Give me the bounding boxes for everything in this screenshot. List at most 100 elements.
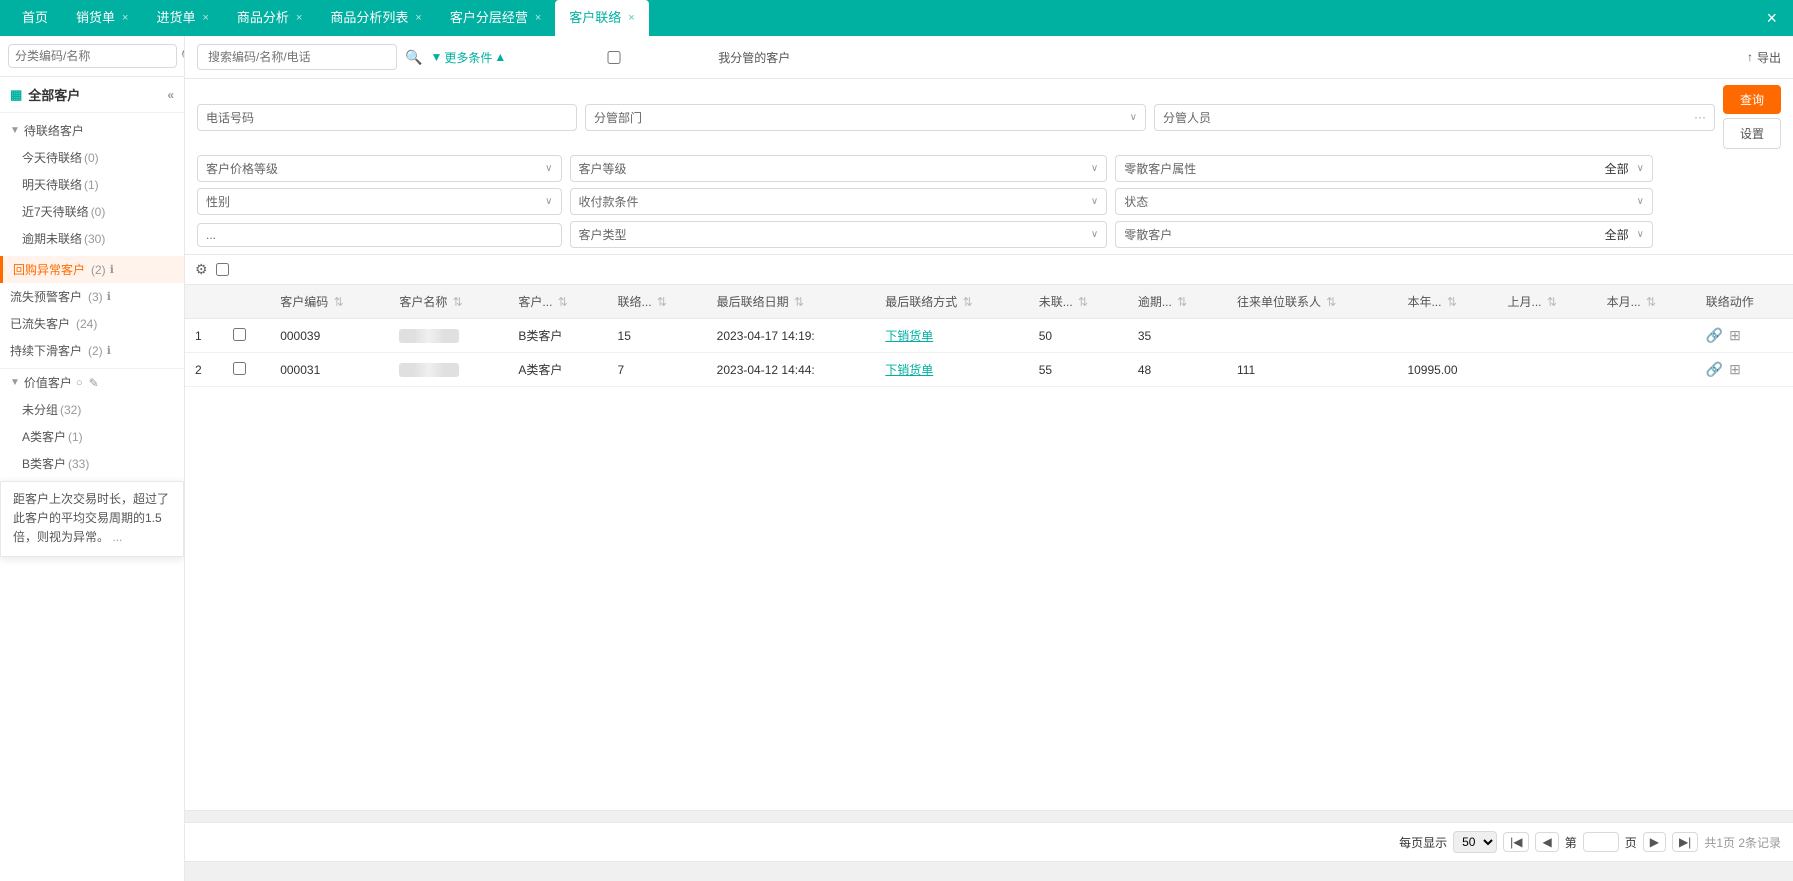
nav-sales-order[interactable]: 销货单 × bbox=[62, 0, 142, 36]
export-button[interactable]: ↑ 导出 bbox=[1747, 49, 1781, 66]
filter-customer-type[interactable]: 客户类型 ∨ bbox=[570, 221, 1108, 248]
sort-overdue-icon[interactable]: ⇅ bbox=[1177, 295, 1187, 309]
row2-last-method-link[interactable]: 下销货单 bbox=[885, 363, 933, 377]
sidebar-item-class-a[interactable]: A类客户 (1) bbox=[0, 423, 184, 450]
info-icon: ℹ bbox=[110, 263, 114, 276]
search-input[interactable] bbox=[197, 44, 397, 70]
refresh-icon[interactable]: ○ bbox=[76, 377, 83, 389]
sidebar-item-tomorrow[interactable]: 明天待联络 (1) bbox=[0, 171, 184, 198]
value-customers-header[interactable]: ▼ 价值客户 ○ ✎ bbox=[0, 369, 184, 396]
top-nav: 首页 销货单 × 进货单 × 商品分析 × 商品分析列表 × 客户分层经营 × … bbox=[0, 0, 1793, 36]
filter-customer-level[interactable]: 客户等级 ∨ bbox=[570, 155, 1108, 182]
horizontal-scrollbar[interactable] bbox=[185, 810, 1793, 822]
col-last-date: 最后联络日期 ⇅ bbox=[707, 285, 876, 319]
filter-gender[interactable]: 性别 ∨ bbox=[197, 188, 562, 215]
nav-product-analysis-list[interactable]: 商品分析列表 × bbox=[316, 0, 435, 36]
sidebar-item-declining[interactable]: 持续下滑客户 (2) ℹ bbox=[0, 337, 184, 364]
filter-price-level[interactable]: 客户价格等级 ∨ bbox=[197, 155, 562, 182]
row2-checkbox[interactable] bbox=[233, 362, 246, 375]
row1-grid-icon[interactable]: ⊞ bbox=[1729, 327, 1741, 344]
sidebar-item-class-b[interactable]: B类客户 (33) bbox=[0, 450, 184, 477]
col-code: 客户编码 ⇅ bbox=[270, 285, 389, 319]
search-button-icon[interactable]: 🔍 bbox=[405, 49, 422, 66]
nav-customer-contact[interactable]: 客户联络 × bbox=[555, 0, 648, 36]
close-sales-order-icon[interactable]: × bbox=[122, 0, 128, 36]
filter-retail-customer[interactable]: 零散客户 全部 ∨ bbox=[1115, 221, 1653, 248]
row2-action-icons: 🔗 ⊞ bbox=[1706, 361, 1783, 378]
manager-dots-icon[interactable]: ··· bbox=[1694, 110, 1706, 124]
filter-phone[interactable]: 电话号码 bbox=[197, 104, 577, 131]
prev-page-button[interactable]: ◀ bbox=[1535, 832, 1558, 852]
collapse-sidebar-icon[interactable]: « bbox=[167, 88, 174, 102]
pending-contact-header[interactable]: ▼ 待联络客户 bbox=[0, 117, 184, 144]
nav-customer-tier[interactable]: 客户分层经营 × bbox=[436, 0, 555, 36]
col-checkbox bbox=[223, 285, 270, 319]
more-conditions-button[interactable]: ▼ 更多条件 ▲ bbox=[430, 49, 506, 66]
row1-last-date: 2023-04-17 14:19: bbox=[707, 319, 876, 353]
sidebar-item-7days[interactable]: 近7天待联络 (0) bbox=[0, 198, 184, 225]
sidebar-item-already-lost[interactable]: 已流失客户 (24) bbox=[0, 310, 184, 337]
sort-last-month-icon[interactable]: ⇅ bbox=[1547, 295, 1557, 309]
table-toolbar: ⚙ bbox=[185, 255, 1793, 285]
filter-dots[interactable]: ... bbox=[197, 223, 562, 247]
nav-product-analysis[interactable]: 商品分析 × bbox=[223, 0, 316, 36]
sort-code-icon[interactable]: ⇅ bbox=[334, 295, 344, 309]
table-settings-icon[interactable]: ⚙ bbox=[195, 261, 208, 278]
dept-arrow-icon: ∨ bbox=[1130, 112, 1137, 123]
row2-grid-icon[interactable]: ⊞ bbox=[1729, 361, 1741, 378]
next-page-button[interactable]: ▶ bbox=[1643, 832, 1666, 852]
close-product-analysis-list-icon[interactable]: × bbox=[415, 0, 421, 36]
row2-name-blurred bbox=[399, 363, 459, 377]
sidebar-item-repurchase-abnormal[interactable]: 回购异常客户 (2) ℹ bbox=[0, 256, 184, 283]
nav-purchase-order[interactable]: 进货单 × bbox=[142, 0, 222, 36]
sidebar-all-customers-header[interactable]: ▦ 全部客户 « bbox=[0, 77, 184, 113]
filter-row-1: 电话号码 分管部门 ∨ 分管人员 ··· 查询 设置 bbox=[197, 85, 1781, 149]
close-customer-contact-icon[interactable]: × bbox=[628, 0, 634, 36]
row1-link-icon[interactable]: 🔗 bbox=[1706, 327, 1723, 344]
close-customer-tier-icon[interactable]: × bbox=[535, 0, 541, 36]
sort-this-month-icon[interactable]: ⇅ bbox=[1646, 295, 1656, 309]
row1-checkbox-cell bbox=[223, 319, 270, 353]
my-customers-checkbox-label[interactable]: 我分管的客户 bbox=[514, 49, 790, 66]
close-product-analysis-icon[interactable]: × bbox=[296, 0, 302, 36]
close-purchase-order-icon[interactable]: × bbox=[202, 0, 208, 36]
last-page-button[interactable]: ▶| bbox=[1672, 832, 1698, 852]
sort-this-year-icon[interactable]: ⇅ bbox=[1447, 295, 1457, 309]
nav-home[interactable]: 首页 bbox=[8, 0, 62, 36]
filter-dept[interactable]: 分管部门 ∨ bbox=[585, 104, 1146, 131]
row1-last-method-link[interactable]: 下销货单 bbox=[885, 329, 933, 343]
sidebar-item-today[interactable]: 今天待联络 (0) bbox=[0, 144, 184, 171]
sort-contact-count-icon[interactable]: ⇅ bbox=[657, 295, 667, 309]
sidebar-item-overdue[interactable]: 逾期未联络 (30) bbox=[0, 225, 184, 252]
first-page-button[interactable]: |◀ bbox=[1503, 832, 1529, 852]
select-all-checkbox[interactable] bbox=[216, 263, 229, 276]
sort-type-icon[interactable]: ⇅ bbox=[558, 295, 568, 309]
sidebar-item-lost-warning[interactable]: 流失预警客户 (3) ℹ bbox=[0, 283, 184, 310]
table-row: 2 000031 A类客户 7 2023-04-12 14:44: 下销货单 bbox=[185, 353, 1793, 387]
per-page-select[interactable]: 50 bbox=[1453, 831, 1497, 853]
sort-last-method-icon[interactable]: ⇅ bbox=[963, 295, 973, 309]
query-button[interactable]: 查询 bbox=[1723, 85, 1781, 114]
row1-index: 1 bbox=[185, 319, 223, 353]
filter-status[interactable]: 状态 ∨ bbox=[1115, 188, 1653, 215]
settings-button[interactable]: 设置 bbox=[1723, 118, 1781, 149]
sidebar-search-input[interactable] bbox=[8, 44, 177, 68]
my-customers-checkbox[interactable] bbox=[514, 51, 714, 64]
filter-retail-attr[interactable]: 零散客户属性 全部 ∨ bbox=[1115, 155, 1653, 182]
col-no-contact: 未联... ⇅ bbox=[1029, 285, 1128, 319]
edit-icon[interactable]: ✎ bbox=[89, 376, 99, 390]
close-all-tabs-button[interactable]: × bbox=[1758, 8, 1785, 29]
filter-payment[interactable]: 收付款条件 ∨ bbox=[570, 188, 1108, 215]
retail-customer-arrow-icon: ∨ bbox=[1637, 229, 1644, 240]
filter-area: 电话号码 分管部门 ∨ 分管人员 ··· 查询 设置 客户价格等级 bbox=[185, 79, 1793, 255]
filter-manager[interactable]: 分管人员 ··· bbox=[1154, 104, 1715, 131]
page-number-input[interactable]: 1 bbox=[1583, 832, 1619, 852]
sort-name-icon[interactable]: ⇅ bbox=[453, 295, 463, 309]
sidebar-item-ungrouped[interactable]: 未分组 (32) bbox=[0, 396, 184, 423]
row1-checkbox[interactable] bbox=[233, 328, 246, 341]
sort-no-contact-icon[interactable]: ⇅ bbox=[1078, 295, 1088, 309]
sort-last-date-icon[interactable]: ⇅ bbox=[794, 295, 804, 309]
sort-contact-person-icon[interactable]: ⇅ bbox=[1326, 295, 1336, 309]
row2-link-icon[interactable]: 🔗 bbox=[1706, 361, 1723, 378]
value-arrow-icon: ▼ bbox=[10, 377, 20, 388]
